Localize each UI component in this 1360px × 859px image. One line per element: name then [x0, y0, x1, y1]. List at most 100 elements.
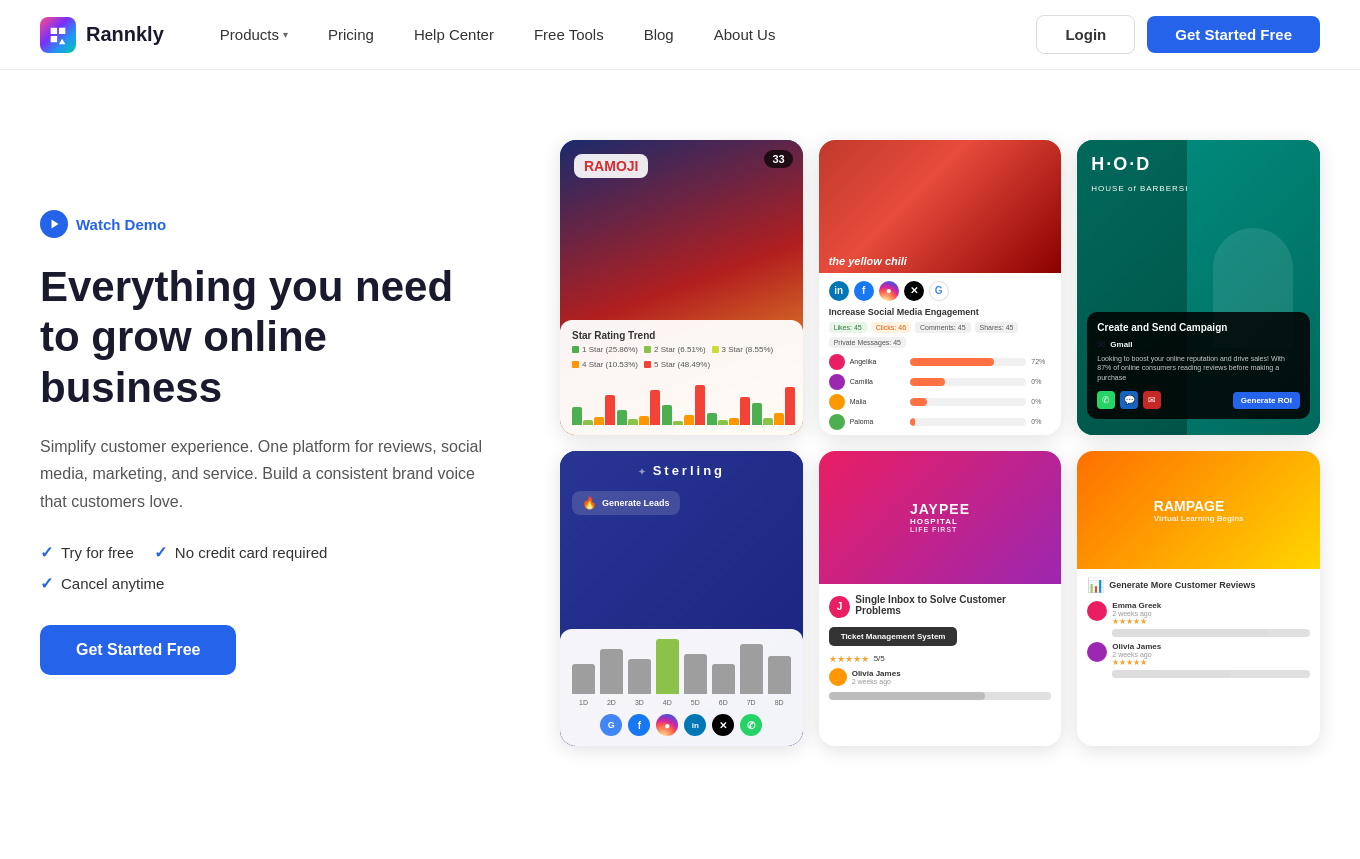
google-icon: G: [929, 281, 949, 301]
card-ramoji-bg: RAMOJI 33 Star Rating Trend 1 Star (25.8…: [560, 140, 803, 435]
review-item-1: Emma Greek 2 weeks ago ★★★★★: [1087, 601, 1310, 637]
nav-help-center[interactable]: Help Center: [398, 18, 510, 51]
reviewer-2-avatar: [1087, 642, 1107, 662]
check-row-2: ✓ Cancel anytime: [40, 574, 500, 593]
navbar: Rannkly Products ▾ Pricing Help Center F…: [0, 0, 1360, 70]
reviewer-1-info: Emma Greek 2 weeks ago ★★★★★: [1112, 601, 1310, 637]
hero-checks: ✓ Try for free ✓ No credit card required…: [40, 543, 500, 593]
hero-title: Everything you need to grow online busin…: [40, 262, 500, 413]
brand-name: Rannkly: [86, 23, 164, 46]
nav-blog[interactable]: Blog: [628, 18, 690, 51]
social-icons-row: in f ● ✕ G: [829, 281, 1052, 301]
checkmark-icon-3: ✓: [40, 574, 53, 593]
ramoji-chart-overlay: Star Rating Trend 1 Star (25.86%) 2 Star…: [560, 320, 803, 435]
get-started-nav-button[interactable]: Get Started Free: [1147, 16, 1320, 53]
generate-reviews-badge: 📊 Generate More Customer Reviews: [1087, 577, 1310, 593]
card-rampage: RAMPAGE Virtual Learning Begins 📊 Genera…: [1077, 451, 1320, 746]
nav-links: Products ▾ Pricing Help Center Free Tool…: [204, 18, 792, 51]
inbox-title: Single Inbox to Solve Customer Problems: [855, 594, 1051, 616]
x-icon: ✕: [904, 281, 924, 301]
leads-x-labels: 1D2D3D4D5D6D7D8D: [572, 699, 791, 706]
metrics-row: Likes: 45 Clicks: 46 Comments: 45 Shares…: [829, 322, 1052, 348]
card-hod-bg: H·O·DHOUSE of BARBERSHOP Create and Send…: [1077, 140, 1320, 435]
facebook-social-icon: f: [628, 714, 650, 736]
review-item-2: Olivia James 2 weeks ago ★★★★★: [1087, 642, 1310, 678]
hero-section: Watch Demo Everything you need to grow o…: [0, 70, 1360, 850]
instagram-social-icon: ●: [656, 714, 678, 736]
checkmark-icon-2: ✓: [154, 543, 167, 562]
social-row-bottom: G f ● in ✕ ✆: [572, 706, 791, 736]
sterling-logo: ✦Sterling: [638, 463, 725, 478]
checkmark-icon: ✓: [40, 543, 53, 562]
ramoji-mini-chart: [572, 375, 791, 425]
fire-icon: 🔥: [582, 496, 597, 510]
ticket-progress-bar: [829, 692, 1052, 700]
card-yellow-chili-content: in f ● ✕ G Increase Social Media Engagem…: [819, 273, 1062, 435]
bar-chart-icon: 📊: [1087, 577, 1104, 593]
review-score: 5/5: [874, 654, 885, 663]
logo[interactable]: Rannkly: [40, 17, 164, 53]
gmail-icon: ✉: [1097, 339, 1105, 350]
ticket-review-row: ★★★★★ 5/5: [829, 654, 1052, 664]
check-no-card: ✓ No credit card required: [154, 543, 328, 562]
x-social-icon: ✕: [712, 714, 734, 736]
sms-channel-icon: 💬: [1120, 391, 1138, 409]
card-hod: H·O·DHOUSE of BARBERSHOP Create and Send…: [1077, 140, 1320, 435]
leads-chart-area: 1D2D3D4D5D6D7D8D G f ● in ✕ ✆: [560, 629, 803, 746]
card-ramoji: RAMOJI 33 Star Rating Trend 1 Star (25.8…: [560, 140, 803, 435]
get-started-hero-button[interactable]: Get Started Free: [40, 625, 236, 675]
rampage-logo: RAMPAGE Virtual Learning Begins: [1154, 498, 1244, 523]
card-yellow-chili-bg: the yellow chili: [819, 140, 1062, 273]
review-stars: ★★★★★: [829, 654, 869, 664]
whatsapp-social-icon: ✆: [740, 714, 762, 736]
reviewer-1-avatar: [1087, 601, 1107, 621]
generate-leads-badge: 🔥 Generate Leads: [572, 491, 680, 515]
svg-marker-0: [52, 220, 59, 229]
navbar-left: Rannkly Products ▾ Pricing Help Center F…: [40, 17, 791, 53]
nav-products[interactable]: Products ▾: [204, 18, 304, 51]
login-button[interactable]: Login: [1036, 15, 1135, 54]
watch-demo-link[interactable]: Watch Demo: [40, 210, 500, 238]
chevron-down-icon: ▾: [283, 29, 288, 40]
reviewer-2-stars: ★★★★★: [1112, 658, 1310, 667]
navbar-right: Login Get Started Free: [1036, 15, 1320, 54]
nav-about-us[interactable]: About Us: [698, 18, 792, 51]
reviewer-row: Olivia James 2 weeks ago: [829, 668, 1052, 686]
gmail-row: ✉ Gmail: [1097, 339, 1300, 350]
reviewer-2-name: Olivia James: [1112, 642, 1310, 651]
whatsapp-channel-icon: ✆: [1097, 391, 1115, 409]
ramoji-chart-legend: 1 Star (25.86%) 2 Star (6.51%) 3 Star (8…: [572, 345, 791, 369]
reviewer-1-time: 2 weeks ago: [1112, 610, 1310, 617]
card-sterling-bg: ✦Sterling 🔥 Generate Leads: [560, 451, 803, 746]
linkedin-social-icon: in: [684, 714, 706, 736]
card-jaypee-bg: JAYPEE HOSPITAL LIFE FIRST: [819, 451, 1062, 584]
channel-icons: ✆ 💬 ✉ Generate ROI: [1097, 391, 1300, 409]
check-try-free: ✓ Try for free: [40, 543, 134, 562]
hero-description: Simplify customer experience. One platfo…: [40, 433, 500, 515]
hero-cards-grid: RAMOJI 33 Star Rating Trend 1 Star (25.8…: [560, 130, 1320, 746]
leads-bars: [572, 639, 791, 694]
logo-icon: [40, 17, 76, 53]
facebook-icon: f: [854, 281, 874, 301]
card-rampage-bg: RAMPAGE Virtual Learning Begins: [1077, 451, 1320, 569]
reviewer-1-name: Emma Greek: [1112, 601, 1310, 610]
hero-left: Watch Demo Everything you need to grow o…: [40, 130, 500, 675]
ticket-content: J Single Inbox to Solve Customer Problem…: [819, 584, 1062, 710]
check-cancel: ✓ Cancel anytime: [40, 574, 164, 593]
reviewer-avatar: [829, 668, 847, 686]
reviewer-time: 2 weeks ago: [852, 678, 901, 685]
nav-free-tools[interactable]: Free Tools: [518, 18, 620, 51]
google-social-icon: G: [600, 714, 622, 736]
jaypee-logo: JAYPEE HOSPITAL LIFE FIRST: [910, 501, 970, 533]
card-jaypee: JAYPEE HOSPITAL LIFE FIRST J Single Inbo…: [819, 451, 1062, 746]
nav-pricing[interactable]: Pricing: [312, 18, 390, 51]
reviewer-2-info: Olivia James 2 weeks ago ★★★★★: [1112, 642, 1310, 678]
ticket-avatar: J: [829, 596, 851, 618]
ramoji-logo: RAMOJI: [574, 154, 648, 178]
campaign-title: Create and Send Campaign: [1097, 322, 1300, 333]
play-icon: [40, 210, 68, 238]
ramoji-badge: 33: [764, 150, 792, 168]
mail-channel-icon: ✉: [1143, 391, 1161, 409]
reviews-content: 📊 Generate More Customer Reviews Emma Gr…: [1077, 569, 1320, 691]
engagement-bars: Angelika72% Camilla0% Malia0% Paloma0%: [829, 354, 1052, 430]
